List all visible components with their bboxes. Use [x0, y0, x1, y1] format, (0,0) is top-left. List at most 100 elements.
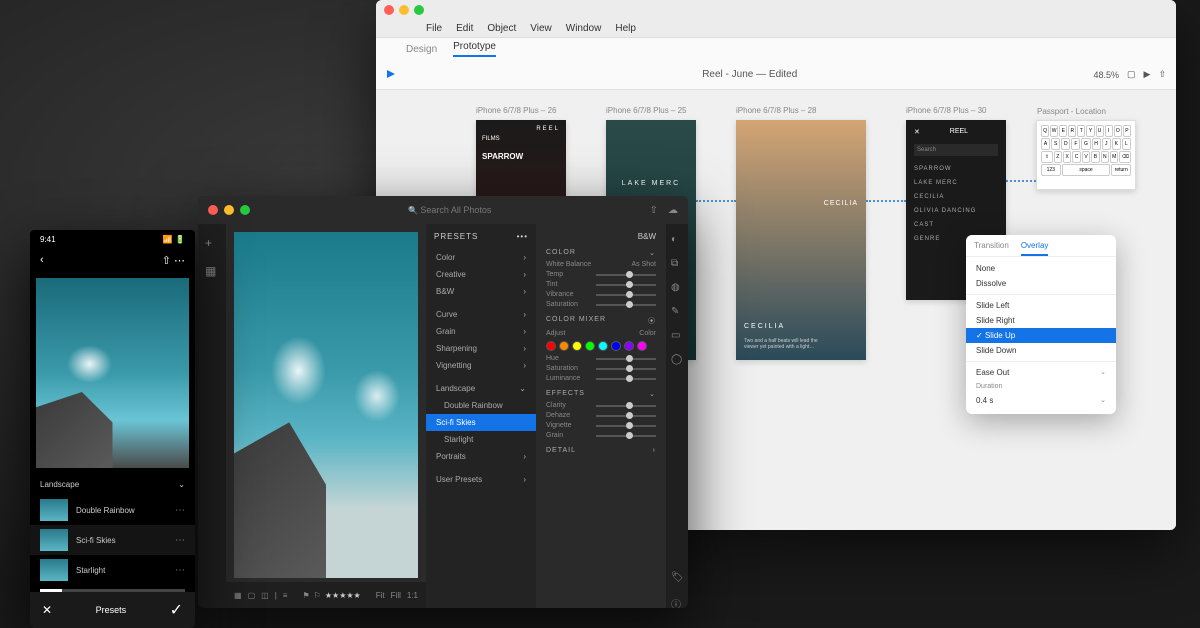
list-item[interactable]: CECILIA — [914, 190, 998, 204]
color-aqua[interactable] — [598, 341, 608, 351]
share-icon[interactable]: ⇧ ⋯ — [162, 254, 185, 267]
ratio-button[interactable]: 1:1 — [407, 591, 418, 600]
artboard-3[interactable]: iPhone 6/7/8 Plus – 28 CECILIA CECILIA T… — [736, 120, 866, 360]
menu-object[interactable]: Object — [487, 23, 516, 34]
preset-item-selected[interactable]: Sci-fi Skies — [426, 414, 536, 431]
flag-icon[interactable]: ⚑ — [303, 591, 310, 600]
heal-icon[interactable]: ◍ — [671, 282, 683, 294]
grid-icon[interactable]: ▦ — [234, 591, 242, 600]
baw-toggle[interactable]: B&W — [546, 232, 656, 241]
filter-icon[interactable]: ≡ — [283, 591, 288, 600]
artboard-5[interactable]: Passport - Location Q W E R T Y U I O P … — [1036, 120, 1136, 190]
preset-group[interactable]: Sharpening› — [434, 340, 528, 357]
kb-key[interactable]: Q — [1041, 125, 1049, 137]
library-icon[interactable]: ▦ — [205, 264, 219, 278]
preset-item[interactable]: Starlight — [434, 431, 528, 448]
preset-group[interactable]: Creative› — [434, 266, 528, 283]
radial-icon[interactable]: ◯ — [671, 354, 683, 366]
compare-icon[interactable]: ◫ — [261, 591, 269, 600]
brush-icon[interactable]: ✎ — [671, 306, 683, 318]
saturation-slider[interactable] — [596, 304, 656, 306]
vignette-slider[interactable] — [596, 425, 656, 427]
search-field[interactable]: Search — [914, 144, 998, 156]
easing-select[interactable]: Ease Out⌄ — [966, 365, 1116, 380]
more-icon[interactable]: ⋯ — [175, 505, 185, 516]
share-icon[interactable]: ⇧ — [650, 205, 658, 216]
list-item[interactable]: CAST — [914, 218, 998, 232]
menu-file[interactable]: File — [426, 23, 442, 34]
add-icon[interactable]: + — [205, 236, 219, 250]
menu-help[interactable]: Help — [615, 23, 636, 34]
color-purple[interactable] — [624, 341, 634, 351]
color-orange[interactable] — [559, 341, 569, 351]
list-item[interactable]: OLIVIA DANCING — [914, 204, 998, 218]
kb-key[interactable]: Z — [1054, 151, 1062, 163]
grain-slider[interactable] — [596, 435, 656, 437]
tag-icon[interactable]: 🏷 — [671, 572, 683, 584]
wb-value[interactable]: As Shot — [631, 261, 656, 268]
kb-key[interactable]: M — [1110, 151, 1118, 163]
temp-slider[interactable] — [596, 274, 656, 276]
search-input[interactable]: Search All Photos — [256, 205, 644, 215]
kb-key[interactable]: F — [1071, 138, 1080, 150]
more-icon[interactable]: ⋯ — [175, 535, 185, 546]
kb-key[interactable]: B — [1091, 151, 1099, 163]
kb-key[interactable]: D — [1061, 138, 1070, 150]
preset-group[interactable]: B&W› — [434, 283, 528, 300]
kb-numeric[interactable]: 123 — [1041, 164, 1061, 176]
kb-key[interactable]: V — [1082, 151, 1090, 163]
clarity-slider[interactable] — [596, 405, 656, 407]
kb-shift[interactable]: ⇧ — [1041, 151, 1053, 163]
preset-row-selected[interactable]: Sci-fi Skies ⋯ — [30, 525, 195, 555]
tint-slider[interactable] — [596, 284, 656, 286]
kb-key[interactable]: C — [1072, 151, 1080, 163]
preset-group[interactable]: Color› — [434, 249, 528, 266]
transition-slide-left[interactable]: Slide Left — [966, 298, 1116, 313]
vibrance-slider[interactable] — [596, 294, 656, 296]
device-icon[interactable]: ▢ — [1127, 69, 1136, 80]
kb-key[interactable]: H — [1092, 138, 1101, 150]
color-magenta[interactable] — [637, 341, 647, 351]
preset-group[interactable]: Grain› — [434, 323, 528, 340]
kb-key[interactable]: O — [1114, 125, 1122, 137]
menu-edit[interactable]: Edit — [456, 23, 473, 34]
close-icon[interactable] — [208, 205, 218, 215]
kb-key[interactable]: A — [1041, 138, 1050, 150]
kb-key[interactable]: J — [1102, 138, 1111, 150]
check-icon[interactable]: ✓ — [170, 600, 183, 620]
hue-slider[interactable] — [596, 358, 656, 360]
close-icon[interactable] — [384, 5, 394, 15]
kb-key[interactable]: Y — [1086, 125, 1094, 137]
more-icon[interactable]: ⋯ — [175, 565, 185, 576]
preset-row[interactable]: Starlight ⋯ — [30, 555, 195, 585]
preview-icon[interactable]: ▶ — [1144, 69, 1151, 80]
kb-key[interactable]: T — [1077, 125, 1085, 137]
preset-group[interactable]: Vignetting› — [434, 357, 528, 374]
share-icon[interactable]: ⇧ — [1158, 69, 1166, 80]
colormixer-section[interactable]: COLOR MIXER⦿ — [546, 316, 656, 326]
duration-select[interactable]: 0.4 s⌄ — [966, 393, 1116, 408]
phone-image[interactable] — [36, 278, 189, 468]
menu-view[interactable]: View — [530, 23, 552, 34]
color-blue[interactable] — [611, 341, 621, 351]
popover-tab-overlay[interactable]: Overlay — [1021, 241, 1049, 256]
fit-button[interactable]: Fit — [376, 591, 385, 600]
kb-key[interactable]: W — [1050, 125, 1058, 137]
sat-slider[interactable] — [596, 368, 656, 370]
maximize-icon[interactable] — [240, 205, 250, 215]
star-icon[interactable]: ★★★★★ — [325, 591, 361, 600]
close-icon[interactable]: ✕ — [914, 128, 920, 136]
back-icon[interactable]: ‹ — [40, 254, 44, 266]
color-green[interactable] — [585, 341, 595, 351]
kb-backspace[interactable]: ⌫ — [1119, 151, 1131, 163]
preset-row[interactable]: Double Rainbow ⋯ — [30, 495, 195, 525]
cloud-icon[interactable]: ☁ — [668, 205, 678, 216]
transition-slide-up[interactable]: ✓ Slide Up — [966, 328, 1116, 343]
preset-group[interactable]: Portraits› — [434, 448, 528, 465]
list-item[interactable]: SPARROW — [914, 162, 998, 176]
dehaze-slider[interactable] — [596, 415, 656, 417]
play-icon[interactable] — [386, 69, 396, 79]
tab-design[interactable]: Design — [406, 44, 437, 55]
kb-key[interactable]: U — [1096, 125, 1104, 137]
kb-key[interactable]: P — [1123, 125, 1131, 137]
